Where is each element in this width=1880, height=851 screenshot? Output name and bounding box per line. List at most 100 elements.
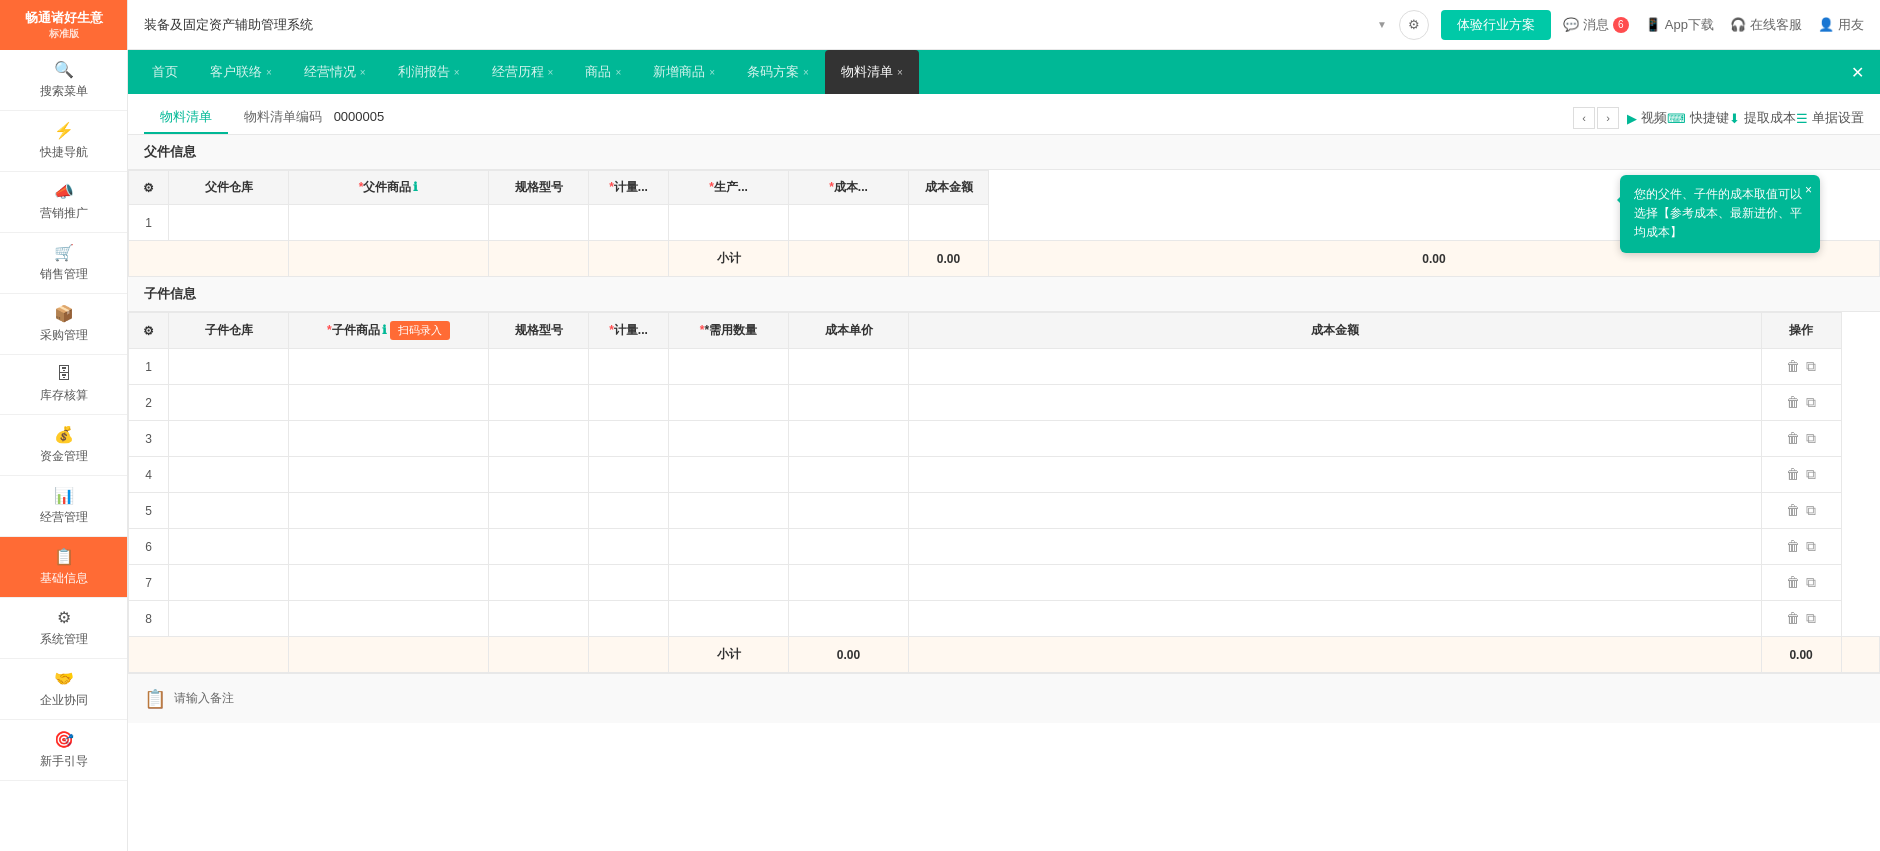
child-row-cost-unit[interactable] xyxy=(789,421,909,457)
child-row-required-qty[interactable] xyxy=(669,529,789,565)
tab-operation-status-close[interactable]: × xyxy=(360,67,366,78)
child-row-cost-unit[interactable] xyxy=(789,529,909,565)
child-row-warehouse[interactable] xyxy=(169,349,289,385)
child-row-required-qty[interactable] xyxy=(669,421,789,457)
close-all-tabs[interactable]: ✕ xyxy=(1843,63,1872,82)
child-row-required-qty[interactable] xyxy=(669,385,789,421)
child-row-goods[interactable] xyxy=(289,457,489,493)
app-download-btn[interactable]: 📱 App下载 xyxy=(1645,16,1714,34)
sub-tab-bom-list[interactable]: 物料清单 xyxy=(144,102,228,134)
child-row-warehouse[interactable] xyxy=(169,529,289,565)
copy-icon[interactable]: ⧉ xyxy=(1806,502,1816,519)
child-row-spec[interactable] xyxy=(489,457,589,493)
parent-row-unit[interactable] xyxy=(589,205,669,241)
sidebar-item-purchase[interactable]: 📦 采购管理 xyxy=(0,294,127,355)
parent-row-cost-amount[interactable] xyxy=(909,205,989,241)
child-row-unit[interactable] xyxy=(589,457,669,493)
child-row-goods[interactable] xyxy=(289,349,489,385)
tooltip-close-btn[interactable]: × xyxy=(1805,181,1812,200)
child-row-goods[interactable] xyxy=(289,601,489,637)
tab-operation-history[interactable]: 经营历程 × xyxy=(476,50,570,94)
child-row-spec[interactable] xyxy=(489,565,589,601)
tab-profit[interactable]: 利润报告 × xyxy=(382,50,476,94)
parent-row-warehouse[interactable] xyxy=(169,205,289,241)
copy-icon[interactable]: ⧉ xyxy=(1806,466,1816,483)
copy-icon[interactable]: ⧉ xyxy=(1806,610,1816,627)
delete-icon[interactable]: 🗑 xyxy=(1786,358,1800,375)
child-row-unit[interactable] xyxy=(589,601,669,637)
delete-icon[interactable]: 🗑 xyxy=(1786,430,1800,447)
child-row-cost-amount[interactable] xyxy=(909,385,1762,421)
parent-goods-info-icon[interactable]: ℹ xyxy=(413,180,418,194)
tab-home[interactable]: 首页 xyxy=(136,50,194,94)
message-btn[interactable]: 💬 消息 6 xyxy=(1563,16,1629,34)
parent-row-produce[interactable] xyxy=(669,205,789,241)
child-row-cost-unit[interactable] xyxy=(789,601,909,637)
tab-operation-status[interactable]: 经营情况 × xyxy=(288,50,382,94)
delete-icon[interactable]: 🗑 xyxy=(1786,574,1800,591)
child-row-spec[interactable] xyxy=(489,529,589,565)
sidebar-item-basic-info[interactable]: 📋 基础信息 xyxy=(0,537,127,598)
child-row-warehouse[interactable] xyxy=(169,385,289,421)
copy-icon[interactable]: ⧉ xyxy=(1806,430,1816,447)
delete-icon[interactable]: 🗑 xyxy=(1786,466,1800,483)
next-page-btn[interactable]: › xyxy=(1597,107,1619,129)
child-row-cost-amount[interactable] xyxy=(909,349,1762,385)
tab-customer[interactable]: 客户联络 × xyxy=(194,50,288,94)
child-row-required-qty[interactable] xyxy=(669,457,789,493)
sidebar-item-operation[interactable]: 📊 经营管理 xyxy=(0,476,127,537)
sidebar-item-inventory[interactable]: 🗄 库存核算 xyxy=(0,355,127,415)
user-btn[interactable]: 👤 用友 xyxy=(1818,16,1864,34)
parent-row-goods[interactable] xyxy=(289,205,489,241)
child-row-cost-unit[interactable] xyxy=(789,349,909,385)
parent-col-settings[interactable]: ⚙ xyxy=(129,171,169,205)
sidebar-item-quick-nav[interactable]: ⚡ 快捷导航 xyxy=(0,111,127,172)
prev-page-btn[interactable]: ‹ xyxy=(1573,107,1595,129)
sidebar-item-enterprise[interactable]: 🤝 企业协同 xyxy=(0,659,127,720)
child-row-goods[interactable] xyxy=(289,421,489,457)
child-row-unit[interactable] xyxy=(589,565,669,601)
sidebar-item-sales[interactable]: 🛒 销售管理 xyxy=(0,233,127,294)
sidebar-item-marketing[interactable]: 📣 营销推广 xyxy=(0,172,127,233)
sidebar-item-search[interactable]: 🔍 搜索菜单 xyxy=(0,50,127,111)
parent-row-cost[interactable] xyxy=(789,205,909,241)
tab-bom[interactable]: 物料清单 × xyxy=(825,50,919,94)
delete-icon[interactable]: 🗑 xyxy=(1786,538,1800,555)
delete-icon[interactable]: 🗑 xyxy=(1786,610,1800,627)
child-row-unit[interactable] xyxy=(589,421,669,457)
sidebar-item-finance[interactable]: 💰 资金管理 xyxy=(0,415,127,476)
child-row-goods[interactable] xyxy=(289,565,489,601)
child-row-spec[interactable] xyxy=(489,421,589,457)
copy-icon[interactable]: ⧉ xyxy=(1806,358,1816,375)
child-row-required-qty[interactable] xyxy=(669,493,789,529)
single-setting-btn[interactable]: ☰ 单据设置 xyxy=(1796,109,1864,127)
copy-icon[interactable]: ⧉ xyxy=(1806,394,1816,411)
delete-icon[interactable]: 🗑 xyxy=(1786,502,1800,519)
delete-icon[interactable]: 🗑 xyxy=(1786,394,1800,411)
child-row-cost-unit[interactable] xyxy=(789,385,909,421)
tab-customer-close[interactable]: × xyxy=(266,67,272,78)
tab-bom-close[interactable]: × xyxy=(897,67,903,78)
tab-operation-history-close[interactable]: × xyxy=(548,67,554,78)
child-col-settings[interactable]: ⚙ xyxy=(129,313,169,349)
child-row-unit[interactable] xyxy=(589,385,669,421)
view-btn[interactable]: ▶ 视频 xyxy=(1627,109,1667,127)
child-row-required-qty[interactable] xyxy=(669,601,789,637)
settings-button[interactable]: ⚙ xyxy=(1399,10,1429,40)
child-row-warehouse[interactable] xyxy=(169,457,289,493)
child-row-warehouse[interactable] xyxy=(169,601,289,637)
child-row-spec[interactable] xyxy=(489,385,589,421)
child-row-spec[interactable] xyxy=(489,349,589,385)
copy-icon[interactable]: ⧉ xyxy=(1806,538,1816,555)
system-title-arrow[interactable]: ▼ xyxy=(1377,19,1387,30)
child-row-unit[interactable] xyxy=(589,529,669,565)
shortcut-btn[interactable]: ⌨ 快捷键 xyxy=(1667,109,1729,127)
sub-tab-bom-code[interactable]: 物料清单编码 0000005 xyxy=(228,102,400,134)
tab-new-goods[interactable]: 新增商品 × xyxy=(637,50,731,94)
child-row-cost-amount[interactable] xyxy=(909,529,1762,565)
child-row-required-qty[interactable] xyxy=(669,565,789,601)
child-row-unit[interactable] xyxy=(589,493,669,529)
child-row-cost-unit[interactable] xyxy=(789,457,909,493)
scan-btn[interactable]: 扫码录入 xyxy=(390,321,450,340)
child-row-goods[interactable] xyxy=(289,529,489,565)
